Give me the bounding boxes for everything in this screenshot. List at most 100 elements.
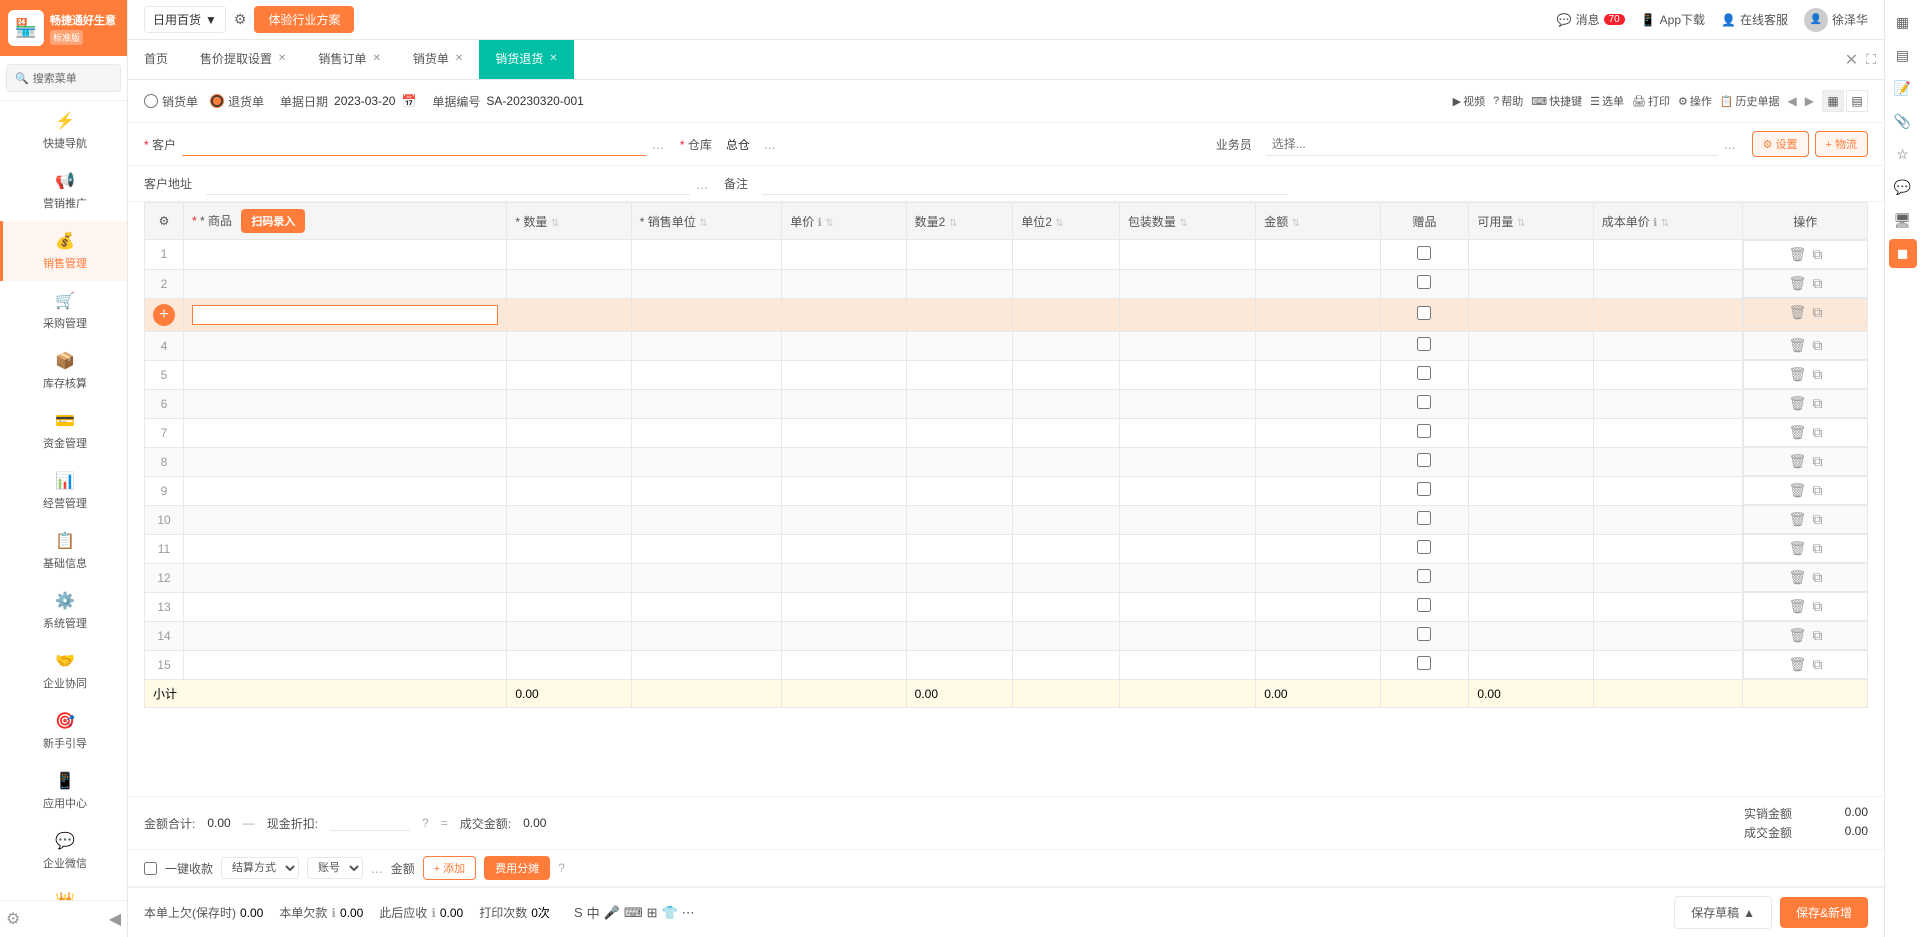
amount-cell[interactable] [1256, 563, 1380, 592]
amount-cell[interactable] [1256, 418, 1380, 447]
amount-cell[interactable] [1256, 650, 1380, 680]
unit2-cell[interactable] [1013, 360, 1120, 389]
copy-icon[interactable]: ⧉ [1812, 366, 1822, 383]
gift-cell[interactable] [1380, 534, 1469, 563]
add-row-btn[interactable]: + [153, 304, 175, 326]
print-link[interactable]: 🖨 打印 [1632, 93, 1670, 109]
product-cell[interactable] [184, 476, 507, 505]
discount-input[interactable] [330, 816, 410, 831]
salesperson-input[interactable] [1266, 133, 1718, 156]
amount-cell[interactable] [1256, 331, 1380, 360]
cost-price-cell[interactable] [1593, 505, 1743, 534]
cost-price-cell[interactable] [1593, 534, 1743, 563]
available-cell[interactable] [1469, 447, 1593, 476]
cost-price-cell[interactable] [1593, 621, 1743, 650]
unit2-cell[interactable] [1013, 621, 1120, 650]
available-cell[interactable] [1469, 360, 1593, 389]
copy-icon[interactable]: ⧉ [1812, 656, 1822, 673]
pkg-cell[interactable] [1119, 650, 1255, 680]
pkg-cell[interactable] [1119, 389, 1255, 418]
sidebar-item-system[interactable]: ⚙️ 系统管理 [0, 581, 127, 641]
select-link[interactable]: ☰ 选单 [1590, 93, 1624, 109]
shirt-icon[interactable]: 👕 [661, 905, 677, 921]
tab-sales-return[interactable]: 销货退货 ✕ [479, 40, 573, 79]
experience-btn[interactable]: 体验行业方案 [254, 6, 354, 33]
save-new-btn[interactable]: 保存&新增 [1780, 897, 1868, 928]
help-discount-icon[interactable]: ? [422, 816, 429, 830]
unit2-cell[interactable] [1013, 298, 1120, 331]
unit-cell[interactable] [631, 563, 782, 592]
quantity-cell[interactable] [507, 621, 631, 650]
sort-quantity-icon[interactable]: ⇅ [551, 218, 559, 229]
price-cell[interactable] [782, 418, 906, 447]
cost-price-info-icon[interactable]: ℹ [1653, 217, 1657, 229]
customer-dots[interactable]: ... [652, 136, 664, 152]
price-cell[interactable] [782, 298, 906, 331]
gift-cell[interactable] [1380, 476, 1469, 505]
onepay-checkbox[interactable] [144, 862, 157, 875]
maximize-icon[interactable]: ⛶ [1866, 51, 1876, 68]
gift-cell[interactable] [1380, 389, 1469, 418]
product-cell[interactable] [184, 534, 507, 563]
topbar-settings-icon[interactable]: ⚙ [234, 11, 247, 28]
warehouse-dots[interactable]: ... [764, 136, 776, 152]
cost-price-cell[interactable] [1593, 418, 1743, 447]
remark-input[interactable] [762, 172, 1288, 195]
price-cell[interactable] [782, 621, 906, 650]
product-cell[interactable] [184, 592, 507, 621]
cost-price-cell[interactable] [1593, 447, 1743, 476]
unit-price-info-icon[interactable]: ℹ [818, 217, 822, 229]
cost-price-cell[interactable] [1593, 331, 1743, 360]
sort-price-icon[interactable]: ⇅ [825, 218, 833, 229]
delete-icon[interactable]: 🗑 [1789, 366, 1807, 383]
pkg-cell[interactable] [1119, 418, 1255, 447]
radio-sales-delivery[interactable]: 销货单 [144, 93, 198, 110]
unit-cell[interactable] [631, 447, 782, 476]
next-record-icon[interactable]: ▶ [1805, 94, 1814, 108]
expense-btn[interactable]: 费用分摊 [484, 856, 550, 880]
pkg-cell[interactable] [1119, 563, 1255, 592]
unit-cell[interactable] [631, 298, 782, 331]
available-cell[interactable] [1469, 476, 1593, 505]
sort-cost-icon[interactable]: ⇅ [1661, 218, 1669, 229]
doc-debt-info-icon[interactable]: ℹ [331, 906, 336, 920]
cost-price-cell[interactable] [1593, 269, 1743, 298]
price-cell[interactable] [782, 331, 906, 360]
tab-sales-delivery[interactable]: 销货单 ✕ [397, 40, 479, 79]
unit2-cell[interactable] [1013, 592, 1120, 621]
copy-icon[interactable]: ⧉ [1812, 511, 1822, 528]
qty2-cell[interactable] [906, 563, 1013, 592]
pkg-cell[interactable] [1119, 476, 1255, 505]
pkg-cell[interactable] [1119, 360, 1255, 389]
unit-cell[interactable] [631, 269, 782, 298]
right-panel-layout2[interactable]: ▤ [1889, 41, 1917, 70]
right-panel-screen[interactable]: 🖥 [1889, 206, 1917, 235]
product-cell[interactable] [184, 563, 507, 592]
delete-icon[interactable]: 🗑 [1789, 453, 1807, 470]
sort-amount-icon[interactable]: ⇅ [1292, 218, 1300, 229]
quantity-cell[interactable] [507, 650, 631, 680]
price-cell[interactable] [782, 269, 906, 298]
tab-price-settings[interactable]: 售价提取设置 ✕ [184, 40, 302, 79]
price-cell[interactable] [782, 563, 906, 592]
close-tab-icon[interactable]: ✕ [1845, 50, 1858, 70]
copy-icon[interactable]: ⧉ [1812, 482, 1822, 499]
sidebar-item-apps[interactable]: 📱 应用中心 [0, 761, 127, 821]
qty2-cell[interactable] [906, 240, 1013, 270]
price-cell[interactable] [782, 240, 906, 270]
sidebar-item-wechat[interactable]: 💬 企业微信 [0, 821, 127, 881]
sort-qty2-icon[interactable]: ⇅ [949, 218, 957, 229]
price-cell[interactable] [782, 505, 906, 534]
delete-icon[interactable]: 🗑 [1789, 482, 1807, 499]
sort-pkg-icon[interactable]: ⇅ [1179, 218, 1187, 229]
qty2-cell[interactable] [906, 476, 1013, 505]
product-cell[interactable] [184, 269, 507, 298]
product-cell[interactable] [184, 331, 507, 360]
sidebar-item-sales[interactable]: 💰 销售管理 [0, 221, 127, 281]
qty2-cell[interactable] [906, 360, 1013, 389]
product-cell[interactable] [184, 650, 507, 680]
quantity-cell[interactable] [507, 476, 631, 505]
user-profile[interactable]: 👤 徐泽华 [1804, 8, 1868, 32]
gift-cell[interactable] [1380, 418, 1469, 447]
list-view-btn[interactable]: ▤ [1846, 90, 1868, 112]
